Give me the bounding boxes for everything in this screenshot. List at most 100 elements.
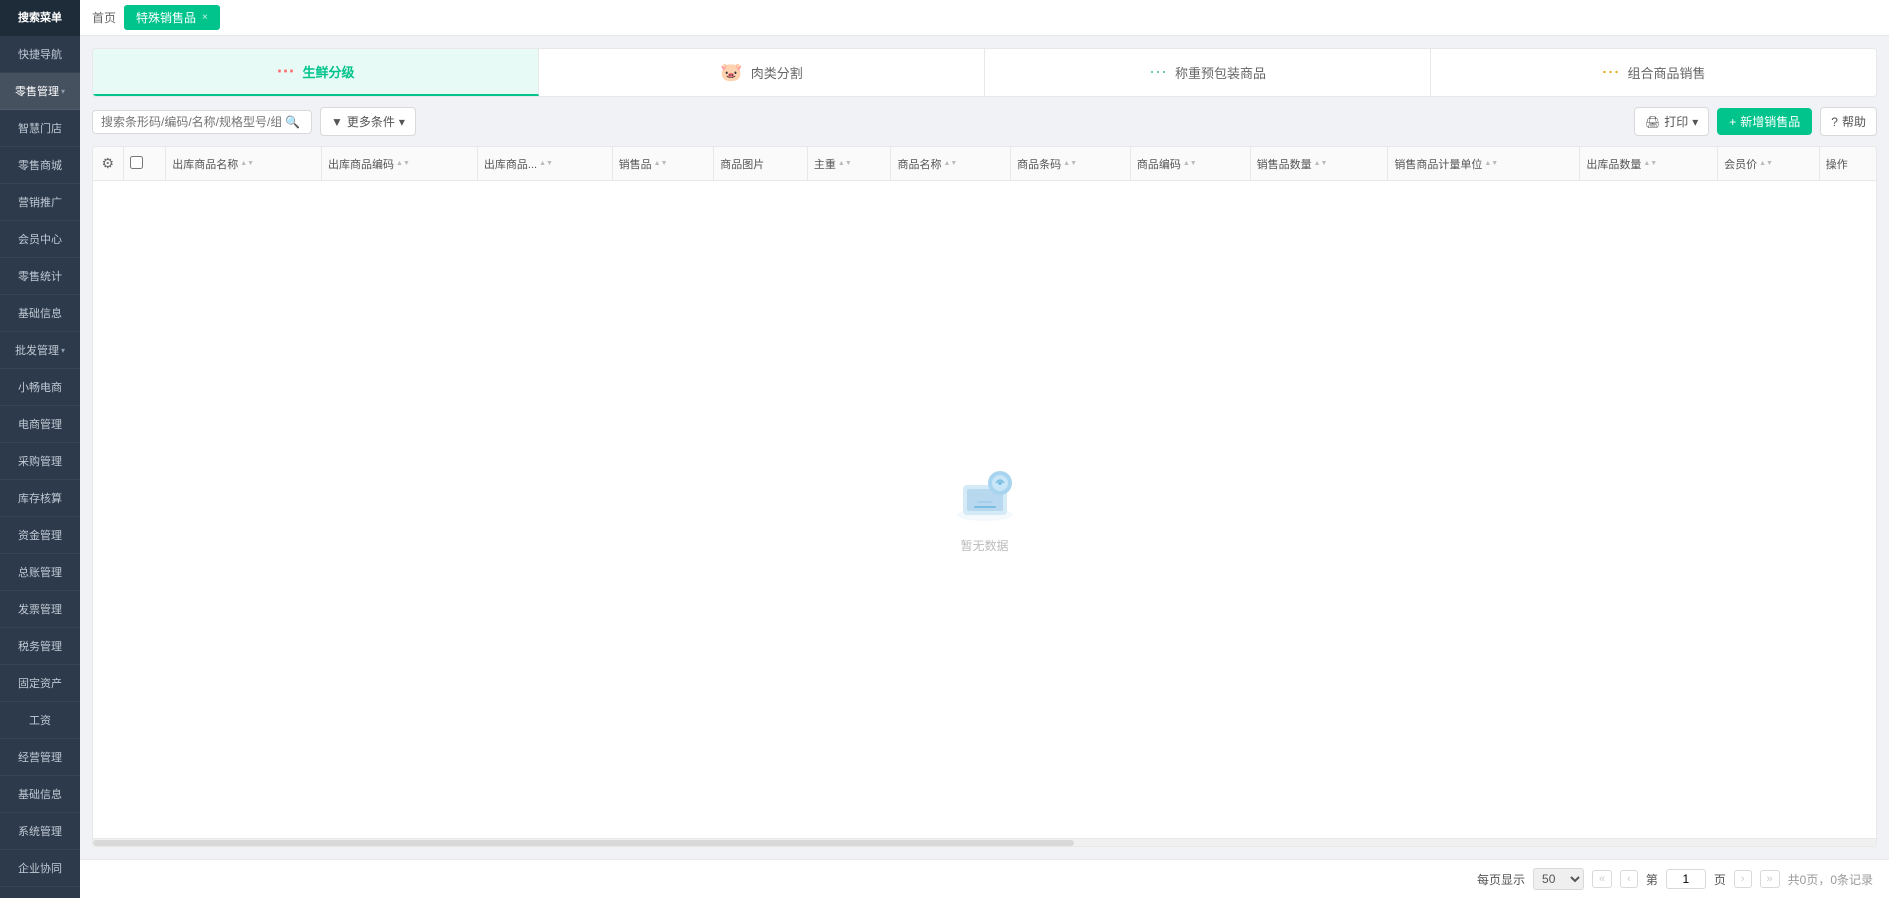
data-table: ⚙ 出库商品名称 ▲▼ 出库 — [93, 147, 1876, 181]
help-button[interactable]: ? 帮助 — [1820, 107, 1877, 136]
select-all-checkbox[interactable] — [130, 156, 143, 169]
last-page-button[interactable]: » — [1760, 870, 1780, 888]
tab-combo[interactable]: ⋯ 组合商品销售 — [1431, 49, 1876, 96]
close-tab-button[interactable]: × — [202, 12, 208, 23]
sidebar-item-quick-nav[interactable]: 快捷导航 — [0, 36, 80, 73]
empty-text: 暂无数据 — [960, 537, 1008, 554]
pagination: 每页显示 50 10 20 100 « ‹ 第 页 › » 共0页，0条记录 — [80, 859, 1889, 898]
sidebar-item-marketing[interactable]: 营销推广 — [0, 184, 80, 221]
th-member-price[interactable]: 会员价 ▲▼ — [1718, 147, 1820, 181]
sidebar-item-retail-mgmt[interactable]: 零售管理 ▾ — [0, 73, 80, 110]
sidebar-item-invoice-mgmt[interactable]: 发票管理 — [0, 591, 80, 628]
th-settings[interactable]: ⚙ — [93, 147, 123, 181]
tab-fresh-grade[interactable]: ⋯ 生鲜分级 — [93, 49, 539, 96]
sort-arrows-icon[interactable]: ▲▼ — [1314, 160, 1328, 167]
tab-combo-label: 组合商品销售 — [1627, 63, 1705, 82]
sidebar-item-tax-mgmt[interactable]: 税务管理 — [0, 628, 80, 665]
sort-arrows-icon[interactable]: ▲▼ — [943, 160, 957, 167]
sidebar-item-inventory[interactable]: 库存核算 — [0, 480, 80, 517]
sidebar-item-sys-mgmt[interactable]: 系统管理 — [0, 813, 80, 850]
sidebar: 搜索菜单 快捷导航 零售管理 ▾ 智慧门店 零售商城 营销推广 会员中心 零售统… — [0, 0, 80, 898]
weigh-pack-icon: ⋯ — [1149, 62, 1167, 83]
th-item-name[interactable]: 商品名称 ▲▼ — [891, 147, 1011, 181]
th-out-spec[interactable]: 出库商品... ▲▼ — [477, 147, 612, 181]
empty-illustration — [945, 465, 1025, 525]
toolbar-left: 🔍 ▼ 更多条件 ▾ — [92, 107, 416, 136]
settings-gear-icon[interactable]: ⚙ — [101, 155, 114, 171]
th-out-name[interactable]: 出库商品名称 ▲▼ — [166, 147, 322, 181]
sidebar-item-corp-agreement[interactable]: 企业协同 — [0, 850, 80, 887]
sidebar-item-retail-stats[interactable]: 零售统计 — [0, 258, 80, 295]
tab-meat-cut[interactable]: 🐷 肉类分割 — [539, 49, 985, 96]
sidebar-item-mini-ecom[interactable]: 小畅电商 — [0, 369, 80, 406]
per-page-select[interactable]: 50 10 20 100 — [1533, 868, 1584, 890]
search-box[interactable]: 🔍 — [92, 110, 312, 134]
th-sale-qty[interactable]: 销售品数量 ▲▼ — [1250, 147, 1388, 181]
page-suffix: 页 — [1714, 871, 1726, 888]
tab-weigh-pack[interactable]: ⋯ 称重预包装商品 — [985, 49, 1431, 96]
sort-arrows-icon[interactable]: ▲▼ — [539, 160, 553, 167]
filter-label: 更多条件 — [347, 113, 395, 130]
sort-arrows-icon[interactable]: ▲▼ — [838, 160, 852, 167]
content-area: ⋯ 生鲜分级 🐷 肉类分割 ⋯ 称重预包装商品 ⋯ 组合商品销售 🔍 — [80, 36, 1889, 859]
th-barcode[interactable]: 商品条码 ▲▼ — [1011, 147, 1131, 181]
tab-fresh-grade-label: 生鲜分级 — [302, 62, 354, 81]
th-sale-item[interactable]: 销售品 ▲▼ — [612, 147, 714, 181]
filter-arrow-icon: ▾ — [399, 115, 405, 129]
sidebar-item-basic-info2[interactable]: 基础信息 — [0, 776, 80, 813]
sidebar-item-wages[interactable]: 工资 — [0, 702, 80, 739]
sidebar-item-ecom-mgmt[interactable]: 电商管理 — [0, 406, 80, 443]
sort-arrows-icon[interactable]: ▲▼ — [654, 160, 668, 167]
th-weight[interactable]: 主重 ▲▼ — [807, 147, 891, 181]
sidebar-item-finance[interactable]: 资金管理 — [0, 517, 80, 554]
sort-arrows-icon[interactable]: ▲▼ — [240, 160, 254, 167]
sidebar-item-new-guide[interactable]: 新手引导 — [0, 887, 80, 898]
add-product-button[interactable]: + 新增销售品 — [1717, 108, 1812, 135]
sidebar-item-biz-mgmt[interactable]: 经营管理 — [0, 739, 80, 776]
print-icon: 🖨 — [1645, 115, 1660, 129]
th-sale-unit[interactable]: 销售商品计量单位 ▲▼ — [1388, 147, 1580, 181]
th-ops: 操作 — [1819, 147, 1876, 181]
print-label: 打印 — [1664, 113, 1688, 130]
sidebar-item-smart-store[interactable]: 智慧门店 — [0, 110, 80, 147]
sidebar-item-purchase-mgmt[interactable]: 采购管理 — [0, 443, 80, 480]
sidebar-item-member-center[interactable]: 会员中心 — [0, 221, 80, 258]
prev-page-button[interactable]: ‹ — [1620, 870, 1638, 888]
sidebar-item-wholesale-mgmt[interactable]: 批发管理 ▾ — [0, 332, 80, 369]
sidebar-item-fixed-assets[interactable]: 固定资产 — [0, 665, 80, 702]
sort-arrows-icon[interactable]: ▲▼ — [1759, 160, 1773, 167]
sidebar-item-general-ledger[interactable]: 总账管理 — [0, 554, 80, 591]
home-breadcrumb[interactable]: 首页 — [92, 9, 116, 26]
combo-icon: ⋯ — [1601, 62, 1619, 83]
print-button[interactable]: 🖨 打印 ▾ — [1634, 107, 1709, 136]
sort-arrows-icon[interactable]: ▲▼ — [1643, 160, 1657, 167]
toolbar-right: 🖨 打印 ▾ + 新增销售品 ? 帮助 — [1634, 107, 1877, 136]
first-page-button[interactable]: « — [1592, 870, 1612, 888]
sidebar-item-basic-info[interactable]: 基础信息 — [0, 295, 80, 332]
sidebar-item-retail-mall[interactable]: 零售商城 — [0, 147, 80, 184]
page-input[interactable] — [1666, 869, 1706, 889]
page-label: 第 — [1646, 871, 1658, 888]
th-checkbox[interactable] — [123, 147, 166, 181]
sort-arrows-icon[interactable]: ▲▼ — [396, 160, 410, 167]
th-out-qty[interactable]: 出库品数量 ▲▼ — [1580, 147, 1718, 181]
th-out-code[interactable]: 出库商品编码 ▲▼ — [322, 147, 478, 181]
help-icon: ? — [1831, 115, 1838, 129]
sort-arrows-icon[interactable]: ▲▼ — [1063, 160, 1077, 167]
page-total: 共0页，0条记录 — [1788, 871, 1873, 888]
horizontal-scrollbar[interactable] — [93, 838, 1876, 846]
next-page-button[interactable]: › — [1734, 870, 1752, 888]
filter-button[interactable]: ▼ 更多条件 ▾ — [320, 107, 416, 136]
search-icon[interactable]: 🔍 — [285, 115, 300, 129]
sort-arrows-icon[interactable]: ▲▼ — [1484, 160, 1498, 167]
product-tabs: ⋯ 生鲜分级 🐷 肉类分割 ⋯ 称重预包装商品 ⋯ 组合商品销售 — [92, 48, 1877, 97]
add-label: 新增销售品 — [1740, 113, 1800, 130]
scrollbar-thumb[interactable] — [93, 840, 1074, 846]
chevron-down-icon: ▾ — [61, 87, 65, 96]
th-item-encode[interactable]: 商品编码 ▲▼ — [1130, 147, 1250, 181]
active-tab[interactable]: 特殊销售品 × — [124, 5, 220, 30]
per-page-label: 每页显示 — [1477, 871, 1525, 888]
sort-arrows-icon[interactable]: ▲▼ — [1183, 160, 1197, 167]
search-input[interactable] — [101, 115, 281, 129]
sidebar-logo[interactable]: 搜索菜单 — [0, 0, 80, 36]
